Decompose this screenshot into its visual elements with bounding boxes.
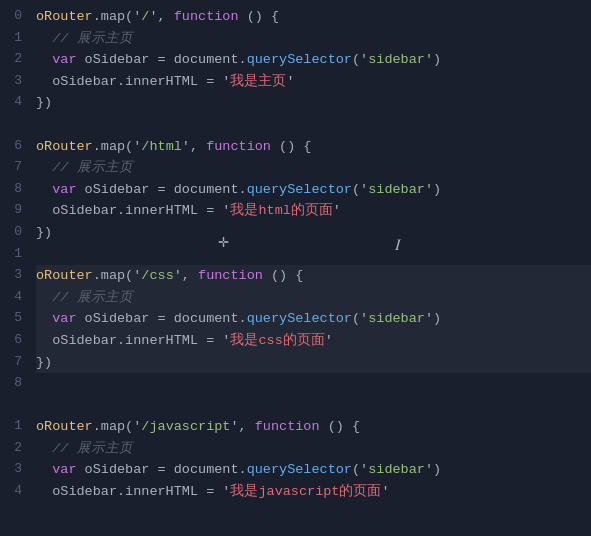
line-number: 4: [0, 481, 22, 503]
line-number: [0, 395, 22, 417]
line-number: 1: [0, 28, 22, 50]
code-line: oSidebar.innerHTML = '我是html的页面': [36, 200, 591, 222]
code-line: oSidebar.innerHTML = '我是javascript的页面': [36, 481, 591, 503]
line-number: 3: [0, 459, 22, 481]
line-number: 9: [0, 200, 22, 222]
line-number: 6: [0, 330, 22, 352]
code-line: // 展示主页: [36, 157, 591, 179]
code-line: }): [36, 92, 591, 114]
code-line: oSidebar.innerHTML = '我是主页': [36, 71, 591, 93]
line-number: 3: [0, 265, 22, 287]
line-number: 7: [0, 157, 22, 179]
code-line: oRouter.map('/', function () {: [36, 6, 591, 28]
code-line: [36, 114, 591, 136]
code-line: oRouter.map('/css', function () {: [36, 265, 591, 287]
line-numbers-column: 012346789013456781234: [0, 0, 28, 536]
code-line: var oSidebar = document.querySelector('s…: [36, 179, 591, 201]
code-line: [36, 395, 591, 417]
line-number: 8: [0, 179, 22, 201]
code-line: oRouter.map('/html', function () {: [36, 136, 591, 158]
line-number: 2: [0, 49, 22, 71]
line-number: 4: [0, 287, 22, 309]
code-line: [36, 373, 591, 395]
code-line: // 展示主页: [36, 287, 591, 309]
code-line: var oSidebar = document.querySelector('s…: [36, 49, 591, 71]
line-number: 3: [0, 71, 22, 93]
code-line: oRouter.map('/javascript', function () {: [36, 416, 591, 438]
line-number: 1: [0, 244, 22, 266]
line-number: 5: [0, 308, 22, 330]
line-number: 8: [0, 373, 22, 395]
code-line: // 展示主页: [36, 28, 591, 50]
code-line: var oSidebar = document.querySelector('s…: [36, 308, 591, 330]
line-number: 2: [0, 438, 22, 460]
line-number: 4: [0, 92, 22, 114]
line-number: 1: [0, 416, 22, 438]
line-number: 0: [0, 222, 22, 244]
line-number: [0, 114, 22, 136]
code-line: // 展示主页: [36, 438, 591, 460]
code-line: }): [36, 222, 591, 244]
code-area: oRouter.map('/', function () { // 展示主页 v…: [28, 0, 591, 536]
text-cursor-icon: 𝐼: [395, 234, 400, 260]
line-number: 6: [0, 136, 22, 158]
code-line: }): [36, 352, 591, 374]
code-line: [36, 244, 591, 266]
line-number: 0: [0, 6, 22, 28]
code-line: oSidebar.innerHTML = '我是css的页面': [36, 330, 591, 352]
line-number: 7: [0, 352, 22, 374]
move-cursor-icon: ✛: [218, 228, 229, 257]
code-line: var oSidebar = document.querySelector('s…: [36, 459, 591, 481]
